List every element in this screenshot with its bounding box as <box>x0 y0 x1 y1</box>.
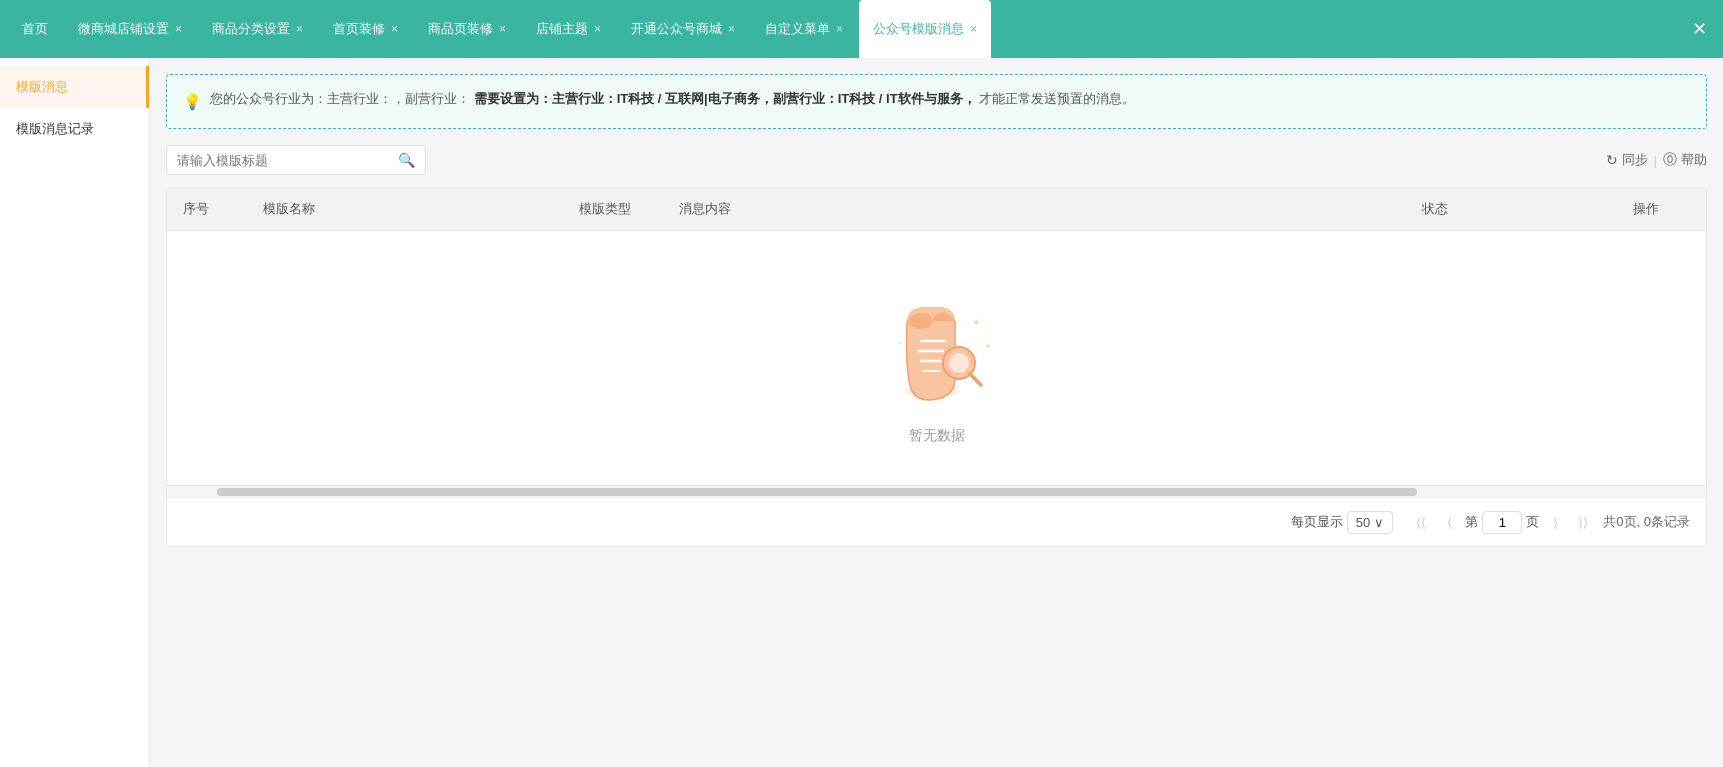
search-icon[interactable]: 🔍 <box>398 152 415 168</box>
tab-home[interactable]: 首页 <box>8 0 62 58</box>
tab-label: 公众号模版消息 <box>873 20 964 38</box>
sync-button[interactable]: ↻ 同步 <box>1606 151 1648 169</box>
notice-text-after: 才能正常发送预置的消息。 <box>979 91 1135 106</box>
notice-box: 💡 您的公众号行业为：主营行业：，副营行业： 需要设置为：主营行业：IT科技 /… <box>166 74 1707 129</box>
page-unit: 页 <box>1526 513 1539 531</box>
divider: | <box>1654 153 1657 168</box>
svg-point-6 <box>949 353 969 373</box>
empty-text: 暂无数据 <box>909 427 965 445</box>
notice-icon: 💡 <box>183 90 202 114</box>
empty-illustration: ✦ ✦ ✦ <box>877 291 997 411</box>
notice-text-before: 您的公众号行业为：主营行业：，副营行业： <box>210 91 470 106</box>
th-action: 操作 <box>1586 188 1706 230</box>
total-info: 共0页, 0条记录 <box>1603 513 1690 531</box>
last-page-button[interactable]: ⟩⟩ <box>1571 510 1595 534</box>
sync-label: 同步 <box>1622 151 1648 169</box>
svg-text:✦: ✦ <box>972 317 980 328</box>
tab-shop-theme[interactable]: 店铺主题 × <box>522 0 615 58</box>
tab-bar: 首页微商城店铺设置×商品分类设置×首页装修×商品页装修×店铺主题×开通公众号商城… <box>0 0 1723 58</box>
th-name: 模版名称 <box>247 188 563 230</box>
tab-home-decoration[interactable]: 首页装修 × <box>319 0 412 58</box>
help-button[interactable]: ⓪ 帮助 <box>1663 151 1707 169</box>
tab-custom-menu[interactable]: 自定义菜单 × <box>751 0 857 58</box>
svg-line-7 <box>970 374 981 385</box>
first-page-button[interactable]: ⟨⟨ <box>1409 510 1433 534</box>
tab-close-product-category[interactable]: × <box>296 22 303 36</box>
notice-text: 您的公众号行业为：主营行业：，副营行业： 需要设置为：主营行业：IT科技 / 互… <box>210 89 1135 110</box>
sidebar-item-template-msg[interactable]: 模版消息 <box>0 66 149 108</box>
main-layout: 模版消息模版消息记录 💡 您的公众号行业为：主营行业：，副营行业： 需要设置为：… <box>0 58 1723 767</box>
tab-label: 自定义菜单 <box>765 20 830 38</box>
tab-label: 店铺主题 <box>536 20 588 38</box>
page-nav: ⟨⟨ ⟨ 第 页 ⟩ ⟩⟩ <box>1409 510 1595 534</box>
tab-label: 首页装修 <box>333 20 385 38</box>
svg-text:✦: ✦ <box>897 340 903 347</box>
search-bar: 🔍 ↻ 同步 | ⓪ 帮助 <box>166 145 1707 175</box>
tab-close-open-mall[interactable]: × <box>728 22 735 36</box>
help-icon: ⓪ <box>1663 151 1677 169</box>
page-size-dropdown[interactable]: 50 ∨ <box>1347 511 1393 534</box>
th-seq: 序号 <box>167 188 247 230</box>
close-window-button[interactable]: ✕ <box>1684 18 1715 40</box>
toolbar-right: ↻ 同步 | ⓪ 帮助 <box>1606 151 1707 169</box>
svg-text:✦: ✦ <box>985 342 992 351</box>
tab-close-home-decoration[interactable]: × <box>391 22 398 36</box>
tab-open-mall[interactable]: 开通公众号商城 × <box>617 0 749 58</box>
tab-close-micro-shop[interactable]: × <box>175 22 182 36</box>
tab-label: 商品页装修 <box>428 20 493 38</box>
th-content: 消息内容 <box>663 188 1406 230</box>
table-header: 序号 模版名称 模版类型 消息内容 状态 操作 <box>167 188 1706 231</box>
sync-icon: ↻ <box>1606 152 1618 168</box>
tab-product-decoration[interactable]: 商品页装修 × <box>414 0 520 58</box>
chevron-down-icon: ∨ <box>1374 515 1384 530</box>
tab-template-msg[interactable]: 公众号模版消息 × <box>859 0 991 58</box>
search-input-wrap: 🔍 <box>166 145 426 175</box>
empty-state: ✦ ✦ ✦ 暂无数据 <box>167 231 1706 485</box>
tab-label: 商品分类设置 <box>212 20 290 38</box>
page-size-label: 每页显示 <box>1291 513 1343 531</box>
tab-close-product-decoration[interactable]: × <box>499 22 506 36</box>
next-page-button[interactable]: ⟩ <box>1543 510 1567 534</box>
pagination: 每页显示 50 ∨ ⟨⟨ ⟨ 第 页 ⟩ ⟩⟩ 共0页, 0条记录 <box>167 497 1706 546</box>
prev-page-button[interactable]: ⟨ <box>1437 510 1461 534</box>
tab-label: 开通公众号商城 <box>631 20 722 38</box>
tab-label: 微商城店铺设置 <box>78 20 169 38</box>
tab-close-custom-menu[interactable]: × <box>836 22 843 36</box>
page-size-value: 50 <box>1356 515 1370 530</box>
sidebar-item-template-record[interactable]: 模版消息记录 <box>0 108 149 150</box>
help-label: 帮助 <box>1681 151 1707 169</box>
th-status: 状态 <box>1406 188 1586 230</box>
tab-micro-shop[interactable]: 微商城店铺设置 × <box>64 0 196 58</box>
page-size-select: 每页显示 50 ∨ <box>1291 511 1393 534</box>
notice-highlight: 需要设置为：主营行业：IT科技 / 互联网|电子商务，副营行业：IT科技 / I… <box>474 91 976 106</box>
th-type: 模版类型 <box>563 188 663 230</box>
tab-close-template-msg[interactable]: × <box>970 22 977 36</box>
scrollbar-thumb[interactable] <box>217 488 1417 496</box>
tab-label: 首页 <box>22 20 48 38</box>
sidebar: 模版消息模版消息记录 <box>0 58 150 767</box>
page-number-input[interactable] <box>1482 511 1522 534</box>
content-area: 💡 您的公众号行业为：主营行业：，副营行业： 需要设置为：主营行业：IT科技 /… <box>150 58 1723 767</box>
tab-product-category[interactable]: 商品分类设置 × <box>198 0 317 58</box>
page-label-di: 第 <box>1465 513 1478 531</box>
data-table: 序号 模版名称 模版类型 消息内容 状态 操作 <box>166 187 1707 547</box>
tab-close-shop-theme[interactable]: × <box>594 22 601 36</box>
search-input[interactable] <box>177 153 392 168</box>
horizontal-scrollbar[interactable] <box>167 485 1706 497</box>
